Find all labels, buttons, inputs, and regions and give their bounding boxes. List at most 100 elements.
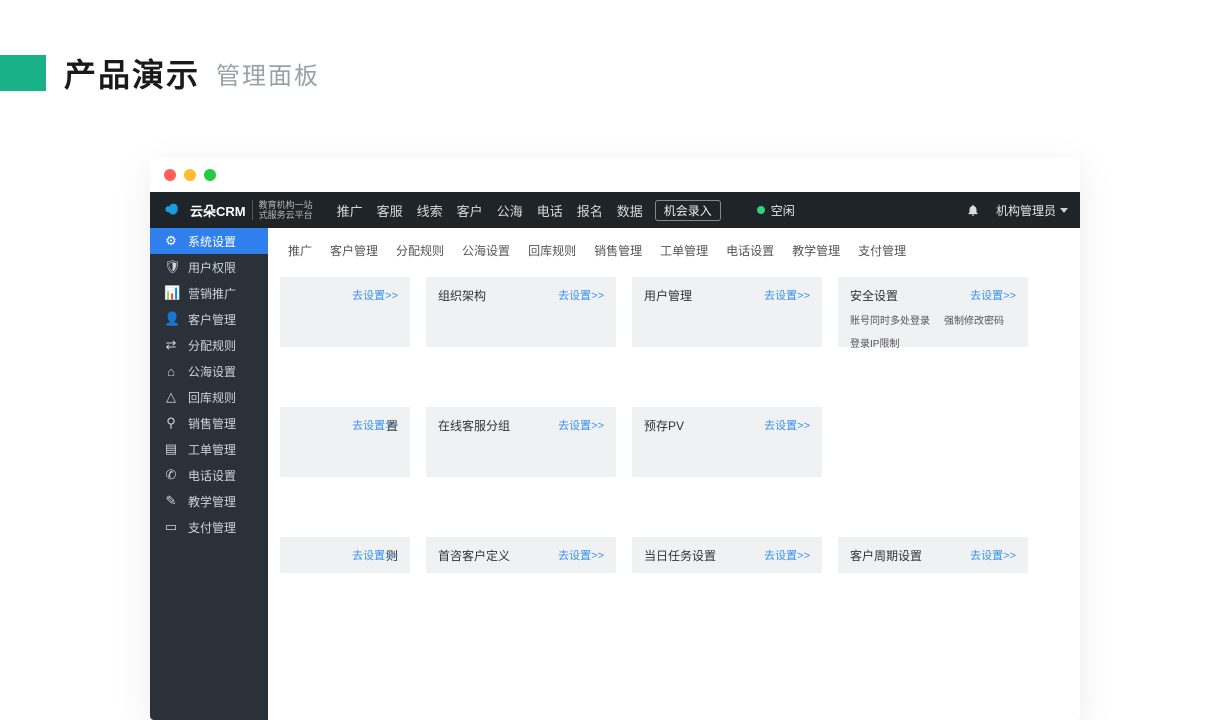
sidebar-item-label: 系统设置	[188, 233, 236, 250]
card-sublink[interactable]: 强制修改密码	[944, 312, 1004, 327]
settings-card-org[interactable]: 组织架构 去设置>>	[426, 277, 616, 347]
window-traffic-lights	[150, 158, 1080, 192]
maximize-dot[interactable]	[204, 169, 216, 181]
search-person-icon: ⚲	[164, 415, 178, 431]
card-row-2: 置 去设置>> 在线客服分组 去设置>> 预存PV 去设置>>	[280, 407, 1068, 477]
close-dot[interactable]	[164, 169, 176, 181]
triangle-icon: △	[164, 389, 178, 405]
go-settings-link[interactable]: 去设置>>	[558, 287, 604, 303]
tab-item[interactable]: 电话设置	[718, 238, 782, 263]
go-settings-link[interactable]: 去设置>>	[970, 287, 1016, 303]
card-sublink[interactable]: 账号同时多处登录	[850, 312, 930, 327]
sidebar-item-label: 工单管理	[188, 441, 236, 458]
sidebar-item-label: 电话设置	[188, 467, 236, 484]
nav-item[interactable]: 客服	[377, 201, 403, 220]
settings-card[interactable]: 置 去设置>>	[280, 407, 410, 477]
go-settings-link[interactable]: 去设置>>	[558, 417, 604, 433]
user-role-label: 机构管理员	[996, 202, 1056, 219]
tab-item[interactable]: 销售管理	[586, 238, 650, 263]
nav-item[interactable]: 电话	[537, 201, 563, 220]
status-label: 空闲	[771, 202, 795, 219]
logo-tagline-2: 式服务云平台	[259, 210, 313, 220]
swap-icon: ⇄	[164, 337, 178, 353]
nav-item[interactable]: 推广	[337, 201, 363, 220]
chevron-down-icon	[1060, 208, 1068, 213]
sidebar-item-public-pool[interactable]: ⌂公海设置	[150, 358, 268, 384]
logo-tagline-1: 教育机构一站	[259, 200, 313, 210]
go-settings-link[interactable]: 去设置>>	[970, 547, 1016, 563]
logo[interactable]: 云朵CRM 教育机构一站 式服务云平台	[162, 199, 313, 221]
sidebar-item-recycle-rules[interactable]: △回库规则	[150, 384, 268, 410]
sidebar-item-marketing[interactable]: 📊 营销推广	[150, 280, 268, 306]
sidebar-item-label: 支付管理	[188, 519, 236, 536]
settings-card-first-consult[interactable]: 首咨客户定义 去设置>>	[426, 537, 616, 573]
minimize-dot[interactable]	[184, 169, 196, 181]
status-indicator[interactable]: 空闲	[757, 202, 795, 219]
tab-item[interactable]: 客户管理	[322, 238, 386, 263]
sidebar-item-label: 营销推广	[188, 285, 236, 302]
sidebar-item-payment[interactable]: ▭ 支付管理	[150, 514, 268, 540]
sidebar-item-label: 销售管理	[188, 415, 236, 432]
app-window: 云朵CRM 教育机构一站 式服务云平台 推广 客服 线索 客户 公海 电话 报名…	[150, 158, 1080, 720]
logo-tagline: 教育机构一站 式服务云平台	[252, 200, 313, 220]
logo-mark-icon	[162, 199, 184, 221]
settings-card-security[interactable]: 安全设置 去设置>> 账号同时多处登录 强制修改密码 登录IP限制	[838, 277, 1028, 347]
status-dot-icon	[757, 206, 765, 214]
sidebar-item-phone[interactable]: ✆ 电话设置	[150, 462, 268, 488]
go-settings-link[interactable]: 去设置>>	[352, 287, 398, 303]
tab-item[interactable]: 工单管理	[652, 238, 716, 263]
go-settings-link[interactable]: 去设置>>	[764, 287, 810, 303]
settings-card-online-group[interactable]: 在线客服分组 去设置>>	[426, 407, 616, 477]
tab-item[interactable]: 回库规则	[520, 238, 584, 263]
card-sublink[interactable]: 登录IP限制	[850, 335, 899, 350]
nav-item[interactable]: 报名	[577, 201, 603, 220]
pencil-icon: ✎	[164, 493, 178, 509]
settings-card-pv[interactable]: 预存PV 去设置>>	[632, 407, 822, 477]
nav-item[interactable]: 线索	[417, 201, 443, 220]
bell-icon[interactable]	[966, 203, 980, 217]
sidebar-item-customer[interactable]: 👤客户管理	[150, 306, 268, 332]
sidebar-item-assign-rules[interactable]: ⇄ 分配规则	[150, 332, 268, 358]
tab-item[interactable]: 公海设置	[454, 238, 518, 263]
settings-card-customer-cycle[interactable]: 客户周期设置 去设置>>	[838, 537, 1028, 573]
settings-card-user-mgmt[interactable]: 用户管理 去设置>>	[632, 277, 822, 347]
sidebar-item-user-permissions[interactable]: 🛡 用户权限	[150, 254, 268, 280]
sidebar-item-sales[interactable]: ⚲ 销售管理	[150, 410, 268, 436]
card-sublinks: 账号同时多处登录 强制修改密码 登录IP限制	[850, 312, 1016, 350]
tab-item[interactable]: 分配规则	[388, 238, 452, 263]
chart-icon: 📊	[164, 285, 178, 301]
go-settings-link[interactable]: 去设置>>	[764, 547, 810, 563]
person-icon: 👤	[164, 311, 178, 327]
tab-item[interactable]: 教学管理	[784, 238, 848, 263]
sidebar-item-label: 分配规则	[188, 337, 236, 354]
nav-item[interactable]: 公海	[497, 201, 523, 220]
card-row-1: 去设置>> 组织架构 去设置>> 用户管理 去设置>> 安全设置 去设置>>	[280, 277, 1068, 347]
sidebar-item-system-settings[interactable]: ⚙系统设置	[150, 228, 268, 254]
sub-tabs: 推广 客户管理 分配规则 公海设置 回库规则 销售管理 工单管理 电话设置 教学…	[268, 228, 1080, 269]
tab-item[interactable]: 推广	[280, 238, 320, 263]
main-content: 推广 客户管理 分配规则 公海设置 回库规则 销售管理 工单管理 电话设置 教学…	[268, 228, 1080, 720]
go-settings-link[interactable]: 去设置>>	[352, 547, 398, 563]
settings-card-daily-task[interactable]: 当日任务设置 去设置>>	[632, 537, 822, 573]
go-settings-link[interactable]: 去设置>>	[352, 417, 398, 433]
accent-bar	[0, 55, 46, 91]
go-settings-link[interactable]: 去设置>>	[558, 547, 604, 563]
page-title: 产品演示	[64, 50, 200, 96]
settings-card[interactable]: 去设置>>	[280, 277, 410, 347]
phone-icon: ✆	[164, 467, 178, 483]
logo-text: 云朵CRM	[190, 201, 246, 220]
nav-item[interactable]: 数据	[617, 201, 643, 220]
settings-card[interactable]: 则 去设置>>	[280, 537, 410, 573]
sidebar-item-teaching[interactable]: ✎ 教学管理	[150, 488, 268, 514]
record-button[interactable]: 机会录入	[655, 200, 721, 221]
go-settings-link[interactable]: 去设置>>	[764, 417, 810, 433]
tab-item[interactable]: 支付管理	[850, 238, 914, 263]
nav-item[interactable]: 客户	[457, 201, 483, 220]
card-icon: ▭	[164, 519, 178, 535]
shield-icon: 🛡	[164, 259, 178, 275]
user-role-menu[interactable]: 机构管理员	[996, 202, 1068, 219]
sidebar-item-label: 教学管理	[188, 493, 236, 510]
page-header: 产品演示 管理面板	[0, 50, 1210, 96]
sidebar-item-label: 用户权限	[188, 259, 236, 276]
sidebar-item-ticket[interactable]: ▤工单管理	[150, 436, 268, 462]
